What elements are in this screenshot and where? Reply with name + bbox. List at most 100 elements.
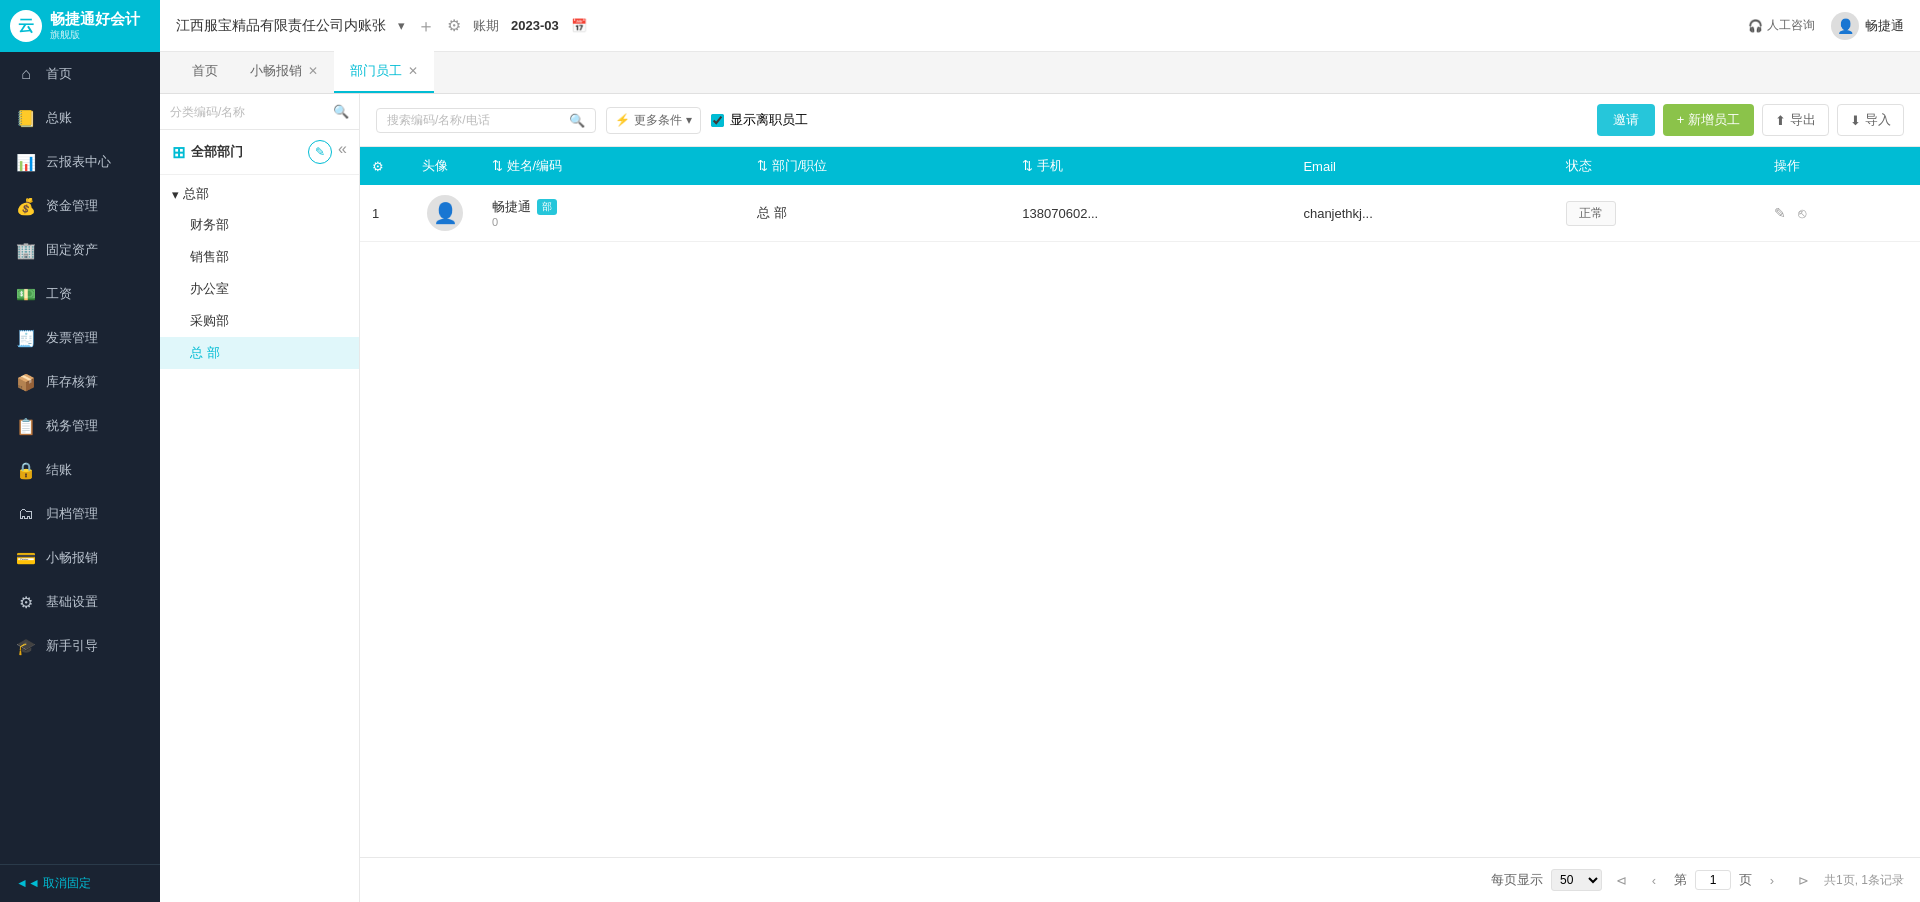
last-page-button[interactable]: ⊳ xyxy=(1792,868,1816,892)
dept-label: 采购部 xyxy=(190,313,229,328)
dept-search-box[interactable]: 🔍 xyxy=(160,94,359,130)
per-page-select[interactable]: 50 100 xyxy=(1551,869,1602,891)
user-name: 畅捷通 xyxy=(1865,17,1904,35)
sidebar-item-label: 结账 xyxy=(46,461,72,479)
tab-首页[interactable]: 首页 xyxy=(176,51,234,93)
user-info[interactable]: 👤 畅捷通 xyxy=(1831,12,1904,40)
right-panel: 🔍 ⚡ 更多条件 ▾ 显示离职员工 邀请 + 新增员工 ⬆ 导出 xyxy=(360,94,1920,902)
th-status: 状态 xyxy=(1554,147,1762,185)
tab-小畅报销[interactable]: 小畅报销✕ xyxy=(234,51,334,93)
tab-close-icon[interactable]: ✕ xyxy=(308,64,318,78)
customer-service-button[interactable]: 🎧 人工咨询 xyxy=(1748,17,1815,34)
filter-label: 更多条件 xyxy=(634,112,682,129)
emp-name: 畅捷通 xyxy=(492,198,531,216)
emp-badge: 部 xyxy=(537,199,557,215)
next-page-button[interactable]: › xyxy=(1760,868,1784,892)
show-resigned-checkbox-group[interactable]: 显示离职员工 xyxy=(711,111,808,129)
export-label: 导出 xyxy=(1790,111,1816,129)
import-label: 导入 xyxy=(1865,111,1891,129)
sidebar-item-fixed-assets[interactable]: 🏢 固定资产 xyxy=(0,228,160,272)
sidebar-item-xiaochang[interactable]: 💳 小畅报销 xyxy=(0,536,160,580)
show-resigned-label: 显示离职员工 xyxy=(730,111,808,129)
top-bar-right: 🎧 人工咨询 👤 畅捷通 xyxy=(1748,12,1904,40)
import-button[interactable]: ⬇ 导入 xyxy=(1837,104,1904,136)
chevron-down-icon: ▾ xyxy=(172,187,179,202)
sidebar-item-reports[interactable]: 📊 云报表中心 xyxy=(0,140,160,184)
add-employee-button[interactable]: + 新增员工 xyxy=(1663,104,1754,136)
sidebar: 云 畅捷通好会计 旗舰版 ⌂ 首页 📒 总账 📊 云报表中心 💰 资金管理 🏢 … xyxy=(0,0,160,902)
employee-toolbar: 🔍 ⚡ 更多条件 ▾ 显示离职员工 邀请 + 新增员工 ⬆ 导出 xyxy=(360,94,1920,147)
inventory-icon: 📦 xyxy=(16,372,36,392)
app-logo: 云 畅捷通好会计 旗舰版 xyxy=(0,0,160,52)
th-phone[interactable]: ⇅ 手机 xyxy=(1010,147,1291,185)
show-resigned-checkbox[interactable] xyxy=(711,114,724,127)
toolbar-right: 邀请 + 新增员工 ⬆ 导出 ⬇ 导入 xyxy=(1597,104,1904,136)
dept-collapse-icon[interactable]: « xyxy=(338,140,347,164)
dept-parent-item[interactable]: ▾总部 xyxy=(160,179,359,209)
row-actions: ✎ ⎋ xyxy=(1762,185,1920,242)
page-label: 页 xyxy=(1739,871,1752,889)
th-dept[interactable]: ⇅ 部门/职位 xyxy=(745,147,1010,185)
invite-button[interactable]: 邀请 xyxy=(1597,104,1655,136)
employee-search-box[interactable]: 🔍 xyxy=(376,108,596,133)
sidebar-item-close[interactable]: 🔒 结账 xyxy=(0,448,160,492)
dept-search-input[interactable] xyxy=(170,105,327,119)
sidebar-item-ledger[interactable]: 📒 总账 xyxy=(0,96,160,140)
sidebar-item-tax[interactable]: 📋 税务管理 xyxy=(0,404,160,448)
period-label: 账期 xyxy=(473,17,499,35)
search-icon[interactable]: 🔍 xyxy=(569,113,585,128)
sidebar-pin-toggle[interactable]: ◄◄ 取消固定 xyxy=(0,864,160,902)
prev-page-button[interactable]: ‹ xyxy=(1642,868,1666,892)
sidebar-item-label: 资金管理 xyxy=(46,197,98,215)
dept-item[interactable]: 销售部 xyxy=(160,241,359,273)
add-tab-button[interactable]: ＋ xyxy=(417,14,435,38)
sidebar-item-archive[interactable]: 🗂 归档管理 xyxy=(0,492,160,536)
row-avatar-cell: 👤 xyxy=(410,185,480,242)
row-index: 1 xyxy=(360,185,410,242)
sidebar-item-home[interactable]: ⌂ 首页 xyxy=(0,52,160,96)
dept-item[interactable]: 财务部 xyxy=(160,209,359,241)
sidebar-item-funds[interactable]: 💰 资金管理 xyxy=(0,184,160,228)
archive-icon: 🗂 xyxy=(16,504,36,524)
edit-icon[interactable]: ✎ xyxy=(1774,205,1786,221)
logo-icon: 云 xyxy=(10,10,42,42)
export-button[interactable]: ⬆ 导出 xyxy=(1762,104,1829,136)
tab-部门员工[interactable]: 部门员工✕ xyxy=(334,51,434,93)
all-dept-item[interactable]: ⊞ 全部部门 xyxy=(172,143,243,162)
dept-header-icons: ✎ « xyxy=(308,140,347,164)
calendar-icon[interactable]: 📅 xyxy=(571,18,587,33)
sidebar-item-inventory[interactable]: 📦 库存核算 xyxy=(0,360,160,404)
dept-search-icon[interactable]: 🔍 xyxy=(333,104,349,119)
th-name[interactable]: ⇅ 姓名/编码 xyxy=(480,147,745,185)
top-bar: 江西服宝精品有限责任公司内账张 ▾ ＋ ⚙ 账期 2023-03 📅 🎧 人工咨… xyxy=(160,0,1920,52)
settings-icon[interactable]: ⚙ xyxy=(447,16,461,35)
employee-search-input[interactable] xyxy=(387,113,563,127)
reports-icon: 📊 xyxy=(16,152,36,172)
row-phone: 138070602... xyxy=(1010,185,1291,242)
sidebar-item-guide[interactable]: 🎓 新手引导 xyxy=(0,624,160,668)
dept-item[interactable]: 办公室 xyxy=(160,273,359,305)
employee-table-body: 1 👤 畅捷通 部 0 总 部 138070602... chanjethkj.… xyxy=(360,185,1920,242)
dept-edit-icon[interactable]: ✎ xyxy=(308,140,332,164)
sidebar-item-label: 云报表中心 xyxy=(46,153,111,171)
funds-icon: 💰 xyxy=(16,196,36,216)
first-page-button[interactable]: ⊲ xyxy=(1610,868,1634,892)
sidebar-item-label: 税务管理 xyxy=(46,417,98,435)
logout-icon[interactable]: ⎋ xyxy=(1798,205,1806,221)
filter-icon: ⚡ xyxy=(615,113,630,127)
sidebar-item-label: 工资 xyxy=(46,285,72,303)
sidebar-item-invoices[interactable]: 🧾 发票管理 xyxy=(0,316,160,360)
dept-item[interactable]: 采购部 xyxy=(160,305,359,337)
company-dropdown-icon[interactable]: ▾ xyxy=(398,18,405,33)
export-icon: ⬆ xyxy=(1775,113,1786,128)
company-name: 江西服宝精品有限责任公司内账张 xyxy=(176,17,386,35)
sidebar-item-settings[interactable]: ⚙ 基础设置 xyxy=(0,580,160,624)
page-number-input[interactable] xyxy=(1695,870,1731,890)
sidebar-item-payroll[interactable]: 💵 工资 xyxy=(0,272,160,316)
filter-button[interactable]: ⚡ 更多条件 ▾ xyxy=(606,107,701,134)
th-actions: 操作 xyxy=(1762,147,1920,185)
tab-close-icon[interactable]: ✕ xyxy=(408,64,418,78)
dept-panel: 🔍 ⊞ 全部部门 ✎ « ▾总部财务部销售部办公室采购部总 部 xyxy=(160,94,360,902)
th-settings[interactable]: ⚙ xyxy=(360,147,410,185)
dept-item[interactable]: 总 部 xyxy=(160,337,359,369)
